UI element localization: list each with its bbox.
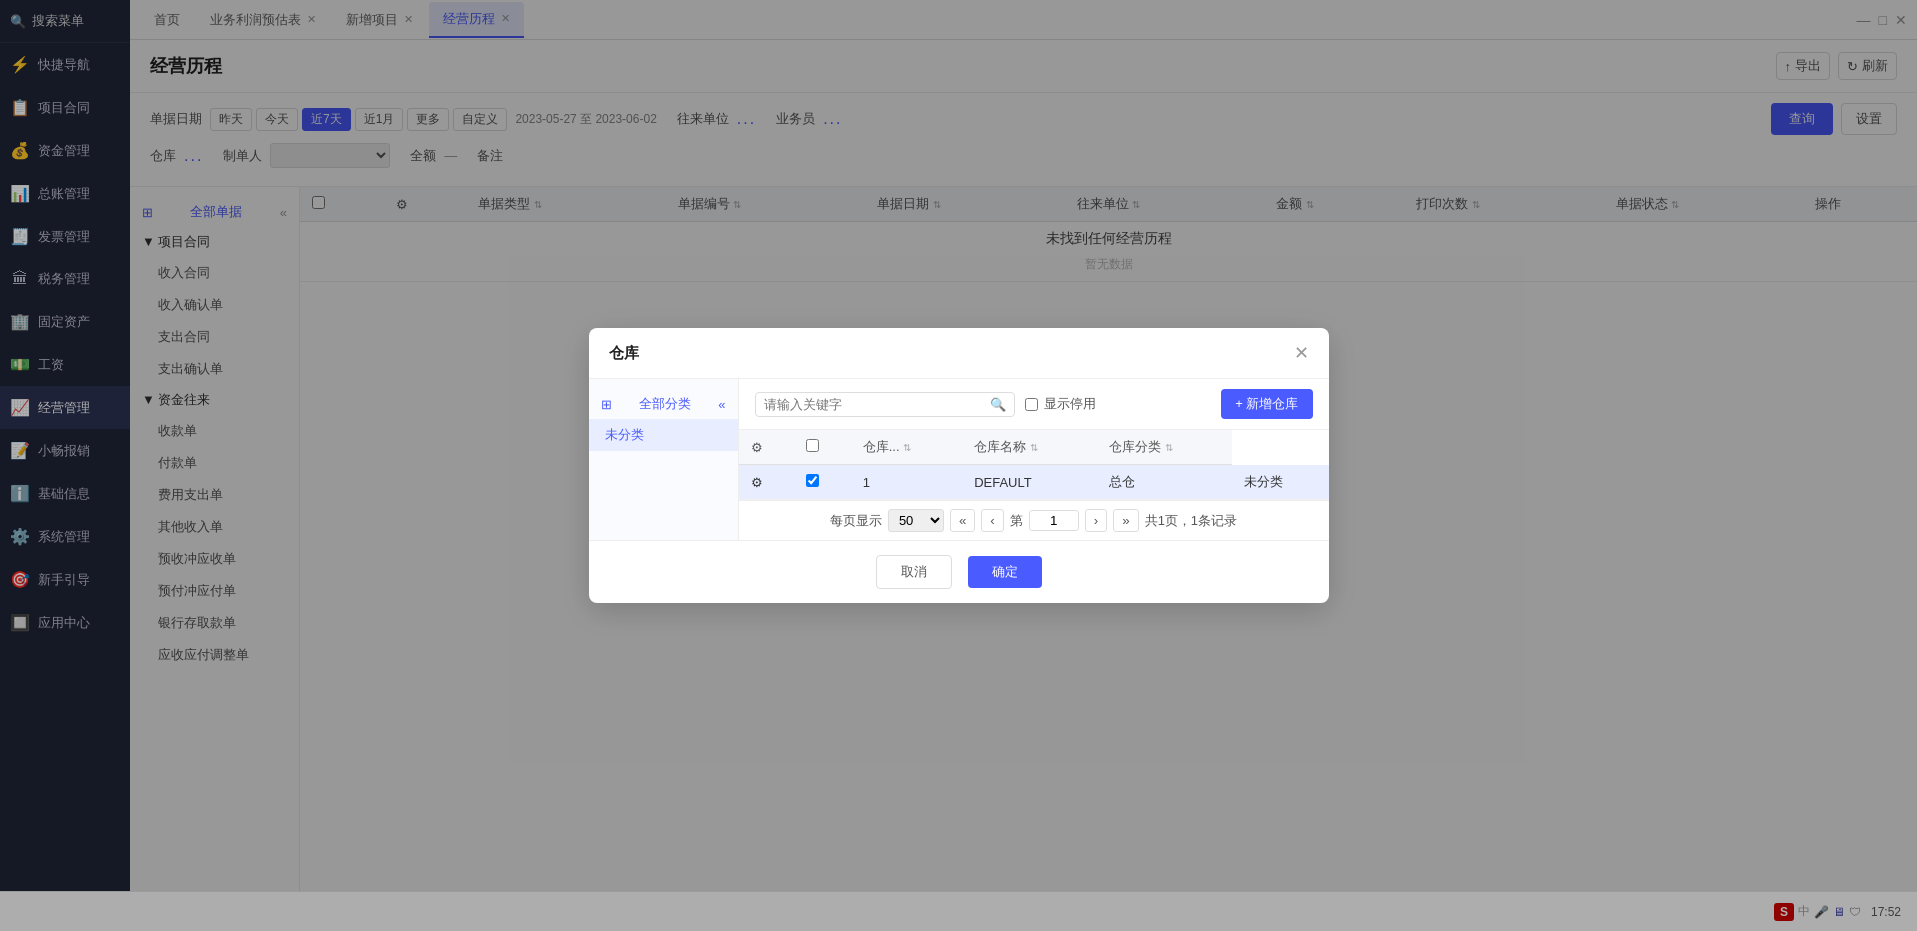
row-name: 总仓 [1097, 465, 1232, 500]
category-sort-icon: ⇅ [1165, 442, 1173, 453]
add-warehouse-button[interactable]: + 新增仓库 [1221, 389, 1312, 419]
modal-th-category[interactable]: 仓库分类 ⇅ [1097, 430, 1232, 465]
warehouse-row-1[interactable]: ⚙ 1 DEFAULT 总仓 未分类 [739, 465, 1329, 500]
modal-search-input[interactable] [764, 397, 984, 412]
row-category: 未分类 [1232, 465, 1329, 500]
show-disabled-label: 显示停用 [1044, 395, 1096, 413]
modal-search-icon: 🔍 [990, 397, 1006, 412]
modal-per-page-label: 每页显示 [830, 512, 882, 530]
modal-per-page-select[interactable]: 50 100 [888, 509, 944, 532]
modal-th-code[interactable]: 仓库... ⇅ [851, 430, 962, 465]
modal-select-all[interactable] [806, 439, 819, 452]
modal-confirm-button[interactable]: 确定 [968, 556, 1042, 588]
row-settings-btn[interactable]: ⚙ [739, 465, 794, 500]
row-checkbox[interactable] [806, 474, 819, 487]
modal-th-settings: ⚙ [739, 430, 794, 465]
modal-total-info: 共1页，1条记录 [1145, 512, 1237, 530]
all-categories-icon: ⊞ [601, 397, 612, 412]
modal-title: 仓库 [609, 344, 639, 363]
modal-close-button[interactable]: ✕ [1294, 342, 1309, 364]
row-code: DEFAULT [962, 465, 1097, 500]
modal-pagination: 每页显示 50 100 « ‹ 第 › » 共1页，1条记录 [739, 500, 1329, 540]
show-disabled-checkbox-label[interactable]: 显示停用 [1025, 395, 1096, 413]
warehouse-table: ⚙ 仓库... ⇅ 仓库名称 ⇅ 仓库分类 ⇅ ⚙ [739, 430, 1329, 500]
modal-next-page-btn[interactable]: › [1085, 509, 1107, 532]
modal-page-input[interactable] [1029, 510, 1079, 531]
warehouse-modal: 仓库 ✕ ⊞ 全部分类 « 未分类 [589, 328, 1329, 603]
code-sort-icon: ⇅ [903, 442, 911, 453]
modal-overlay: 仓库 ✕ ⊞ 全部分类 « 未分类 [0, 0, 1917, 931]
modal-header: 仓库 ✕ [589, 328, 1329, 379]
modal-left-all-categories[interactable]: ⊞ 全部分类 « [589, 389, 738, 419]
row-checkbox-cell [794, 465, 851, 500]
modal-th-checkbox [794, 430, 851, 465]
modal-last-page-btn[interactable]: » [1113, 509, 1138, 532]
modal-prev-page-btn[interactable]: ‹ [981, 509, 1003, 532]
modal-table: ⚙ 仓库... ⇅ 仓库名称 ⇅ 仓库分类 ⇅ ⚙ [739, 430, 1329, 500]
modal-cancel-button[interactable]: 取消 [876, 555, 952, 589]
modal-right-panel: 🔍 显示停用 + 新增仓库 ⚙ [739, 379, 1329, 540]
modal-first-page-btn[interactable]: « [950, 509, 975, 532]
modal-search-box[interactable]: 🔍 [755, 392, 1015, 417]
modal-toolbar: 🔍 显示停用 + 新增仓库 [739, 379, 1329, 430]
row-settings-icon: ⚙ [751, 475, 763, 490]
modal-th-name[interactable]: 仓库名称 ⇅ [962, 430, 1097, 465]
modal-category-unclassified[interactable]: 未分类 [589, 419, 738, 451]
name-sort-icon: ⇅ [1030, 442, 1038, 453]
modal-left-panel: ⊞ 全部分类 « 未分类 [589, 379, 739, 540]
row-num: 1 [851, 465, 962, 500]
modal-footer: 取消 确定 [589, 540, 1329, 603]
unclassified-label: 未分类 [605, 427, 644, 442]
show-disabled-checkbox[interactable] [1025, 398, 1038, 411]
modal-body: ⊞ 全部分类 « 未分类 🔍 显示停用 [589, 379, 1329, 540]
all-categories-label: 全部分类 [639, 395, 691, 413]
modal-page-label: 第 [1010, 512, 1023, 530]
modal-left-collapse-icon[interactable]: « [718, 397, 725, 412]
